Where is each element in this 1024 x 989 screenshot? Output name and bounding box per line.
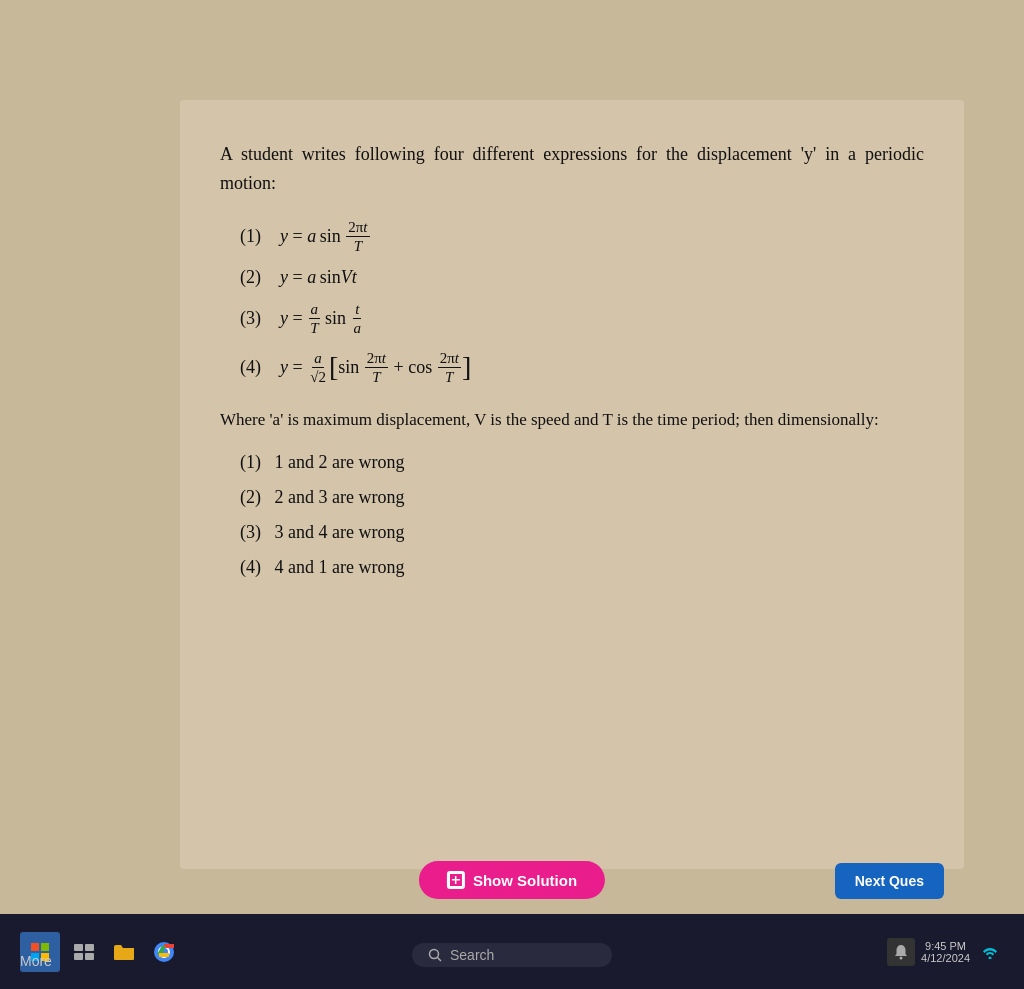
svg-point-17: [989, 956, 992, 959]
expr-num-2: (2): [240, 267, 280, 288]
option-2-num: (2): [240, 487, 261, 507]
svg-rect-8: [85, 944, 94, 951]
svg-rect-3: [31, 943, 39, 951]
option-1-text: 1 and 2 are wrong: [275, 452, 405, 472]
option-1-num: (1): [240, 452, 261, 472]
option-3-num: (3): [240, 522, 261, 542]
option-1: (1) 1 and 2 are wrong: [240, 449, 924, 476]
expression-2: (2) y = a sinVt: [240, 267, 924, 288]
expr-num-4: (4): [240, 357, 280, 378]
show-solution-label: Show Solution: [473, 872, 577, 889]
more-label[interactable]: More: [20, 953, 52, 969]
option-3-text: 3 and 4 are wrong: [275, 522, 405, 542]
next-ques-button[interactable]: Next Ques: [835, 863, 944, 899]
solution-icon: [447, 871, 465, 889]
svg-rect-9: [74, 953, 83, 960]
taskbar: Search 9:45 PM 4/12/2024: [0, 914, 1024, 989]
network-icon[interactable]: [976, 938, 1004, 966]
clock-area: 9:45 PM 4/12/2024: [921, 940, 970, 964]
svg-point-16: [900, 956, 903, 959]
expr-formula-4: y = a √2 [ sin 2πt T + cos 2πt T ]: [280, 349, 471, 386]
option-4-text: 4 and 1 are wrong: [275, 557, 405, 577]
main-content: A student writes following four differen…: [180, 100, 964, 869]
taskbar-search[interactable]: Search: [412, 943, 612, 967]
svg-line-15: [438, 958, 442, 962]
where-text: Where 'a' is maximum displacement, V is …: [220, 406, 924, 433]
option-2-text: 2 and 3 are wrong: [275, 487, 405, 507]
svg-point-14: [430, 950, 439, 959]
option-3: (3) 3 and 4 are wrong: [240, 519, 924, 546]
chrome-icon[interactable]: [148, 936, 180, 968]
svg-rect-2: [455, 876, 457, 884]
next-ques-label: Next Ques: [855, 873, 924, 889]
svg-rect-7: [74, 944, 83, 951]
expression-4: (4) y = a √2 [ sin 2πt T + cos 2πt T: [240, 349, 924, 386]
question-intro: A student writes following four differen…: [220, 140, 924, 198]
svg-rect-10: [85, 953, 94, 960]
expr-num-3: (3): [240, 308, 280, 329]
fileexplorer-icon[interactable]: [108, 936, 140, 968]
expr-formula-3: y = a T sin t a: [280, 300, 364, 337]
expr-formula-2: y = a sinVt: [280, 267, 357, 288]
show-solution-button[interactable]: Show Solution: [419, 861, 605, 899]
expressions-list: (1) y = a sin 2πt T (2) y = a sinVt (3) …: [240, 218, 924, 386]
svg-rect-4: [41, 943, 49, 951]
expr-formula-1: y = a sin 2πt T: [280, 218, 371, 255]
options-list: (1) 1 and 2 are wrong (2) 2 and 3 are wr…: [240, 449, 924, 581]
expression-3: (3) y = a T sin t a: [240, 300, 924, 337]
expression-1: (1) y = a sin 2πt T: [240, 218, 924, 255]
notification-icon[interactable]: [887, 938, 915, 966]
option-2: (2) 2 and 3 are wrong: [240, 484, 924, 511]
expr-num-1: (1): [240, 226, 280, 247]
search-icon: [428, 948, 442, 962]
taskview-icon[interactable]: [68, 936, 100, 968]
option-4-num: (4): [240, 557, 261, 577]
option-4: (4) 4 and 1 are wrong: [240, 554, 924, 581]
search-label: Search: [450, 947, 494, 963]
